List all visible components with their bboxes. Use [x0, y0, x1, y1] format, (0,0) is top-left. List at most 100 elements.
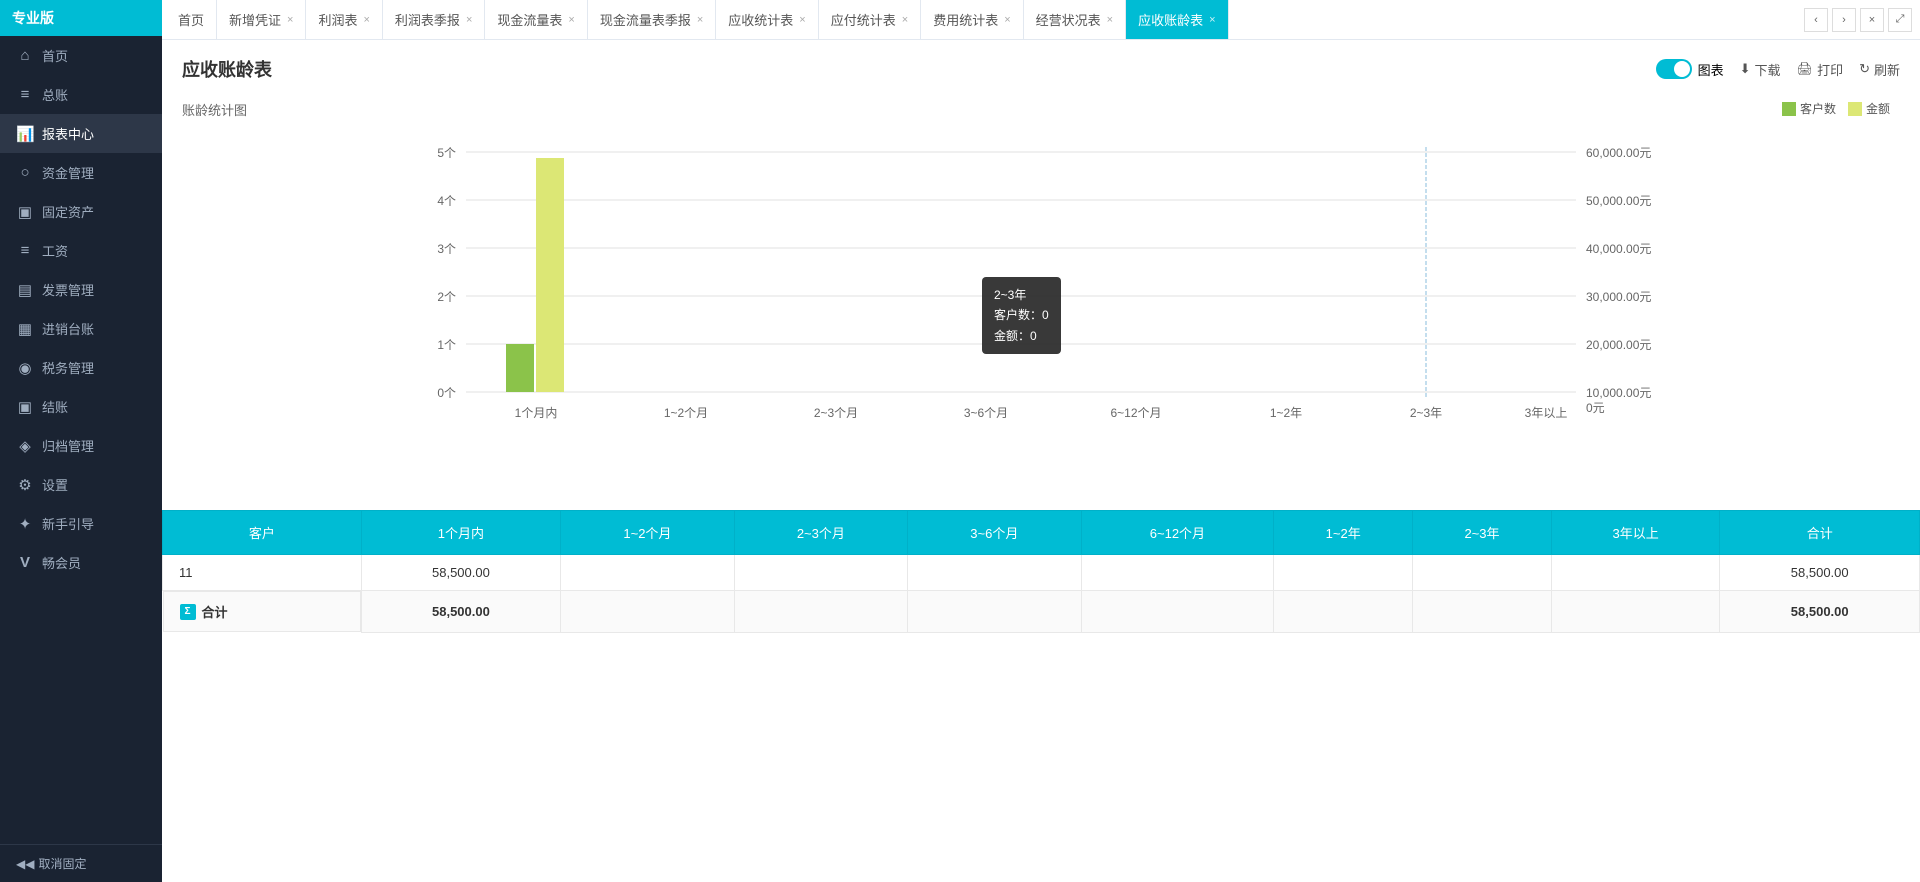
- tab-cashflow[interactable]: 现金流量表 ×: [485, 0, 587, 40]
- closing-icon: ▣: [16, 398, 34, 416]
- tab-home[interactable]: 首页: [166, 0, 217, 40]
- tab-prev-button[interactable]: ‹: [1804, 8, 1828, 32]
- tab-business-stat[interactable]: 经营状况表 ×: [1024, 0, 1126, 40]
- sidebar-item-label: 总账: [42, 85, 68, 104]
- bar-amount-0: [536, 158, 564, 392]
- bar-chart: 5个 4个 3个 2个 1个 0个 60,000.00元 50,000.00元: [182, 127, 1900, 487]
- sidebar-item-ledger[interactable]: ≡ 总账: [0, 75, 162, 114]
- tab-close-receivable-aging[interactable]: ×: [1209, 14, 1215, 26]
- sidebar-item-funds[interactable]: ○ 资金管理: [0, 153, 162, 192]
- sidebar-item-inventory[interactable]: ▦ 进销台账: [0, 309, 162, 348]
- col-header-m12: 6~12个月: [1081, 511, 1274, 555]
- vip-icon: V: [16, 554, 34, 571]
- svg-text:1个月内: 1个月内: [515, 406, 558, 420]
- sidebar-item-guide[interactable]: ✦ 新手引导: [0, 504, 162, 543]
- tab-receivable-stat[interactable]: 应收统计表 ×: [716, 0, 818, 40]
- tab-label: 经营状况表: [1036, 10, 1101, 29]
- sidebar-pin-toggle[interactable]: ◀◀ 取消固定: [0, 844, 162, 882]
- total-text: 合计: [202, 602, 228, 621]
- sidebar-item-label: 设置: [42, 475, 68, 494]
- sidebar-item-label: 发票管理: [42, 280, 94, 299]
- pin-label: 取消固定: [38, 855, 86, 872]
- col-header-m6: 3~6个月: [908, 511, 1081, 555]
- sidebar-item-home[interactable]: ⌂ 首页: [0, 36, 162, 75]
- tab-cashflow-quarter[interactable]: 现金流量表季报 ×: [588, 0, 716, 40]
- sidebar-item-label: 首页: [42, 46, 68, 65]
- tab-profit-quarter[interactable]: 利润表季报 ×: [383, 0, 485, 40]
- refresh-label: 刷新: [1874, 60, 1900, 79]
- invoice-icon: ▤: [16, 281, 34, 299]
- svg-text:1~2个月: 1~2个月: [664, 406, 708, 420]
- svg-text:3年以上: 3年以上: [1525, 406, 1568, 420]
- tab-label: 首页: [178, 10, 204, 29]
- col-header-y2: 2~3年: [1413, 511, 1552, 555]
- svg-text:20,000.00元: 20,000.00元: [1586, 338, 1651, 352]
- reports-icon: 📊: [16, 125, 34, 143]
- svg-text:2~3年: 2~3年: [1410, 406, 1442, 420]
- cell-m2: [561, 555, 734, 591]
- col-header-m2: 1~2个月: [561, 511, 734, 555]
- total-label: Σ 合计: [163, 591, 361, 632]
- legend-customers-color: [1782, 102, 1796, 116]
- svg-text:1~2年: 1~2年: [1270, 406, 1302, 420]
- chart-toggle[interactable]: [1656, 59, 1692, 79]
- sidebar-item-invoice[interactable]: ▤ 发票管理: [0, 270, 162, 309]
- tab-bar: 首页 新增凭证 × 利润表 × 利润表季报 × 现金流量表 × 现金流量表季报 …: [162, 0, 1920, 40]
- salary-icon: ≡: [16, 242, 34, 259]
- legend-amount-label: 金额: [1866, 100, 1890, 117]
- cell-y3: [1551, 555, 1720, 591]
- refresh-button[interactable]: ↻ 刷新: [1859, 60, 1900, 79]
- tab-close-business-stat[interactable]: ×: [1107, 14, 1113, 26]
- svg-text:1个: 1个: [437, 338, 456, 352]
- table-row: 11 58,500.00 58,500.00: [163, 555, 1920, 591]
- tab-close-voucher[interactable]: ×: [287, 14, 293, 26]
- archive-icon: ◈: [16, 437, 34, 455]
- total-icon: Σ: [180, 604, 196, 620]
- tab-expand-button[interactable]: ⤢: [1888, 8, 1912, 32]
- tab-label: 利润表: [318, 10, 357, 29]
- sidebar-item-archive[interactable]: ◈ 归档管理: [0, 426, 162, 465]
- tab-close-profit[interactable]: ×: [363, 14, 369, 26]
- content-area: 应收账龄表 图表 ⬇ 下载 🖨 打印 ↻ 刷新: [162, 40, 1920, 882]
- sidebar-item-settings[interactable]: ⚙ 设置: [0, 465, 162, 504]
- print-button[interactable]: 🖨 打印: [1797, 60, 1844, 79]
- tab-expense-stat[interactable]: 费用统计表 ×: [921, 0, 1023, 40]
- tab-close-expense-stat[interactable]: ×: [1004, 14, 1010, 26]
- app-logo: 专业版: [0, 0, 162, 36]
- tab-close-receivable-stat[interactable]: ×: [799, 14, 805, 26]
- cell-customer: 11: [163, 555, 362, 591]
- sidebar-item-assets[interactable]: ▣ 固定资产: [0, 192, 162, 231]
- sidebar-item-label: 税务管理: [42, 358, 94, 377]
- tab-profit[interactable]: 利润表 ×: [306, 0, 382, 40]
- sidebar-item-reports[interactable]: 📊 报表中心: [0, 114, 162, 153]
- tab-close-payable-stat[interactable]: ×: [902, 14, 908, 26]
- col-header-m1: 1个月内: [361, 511, 561, 555]
- col-header-customer: 客户: [163, 511, 362, 555]
- svg-text:50,000.00元: 50,000.00元: [1586, 194, 1651, 208]
- tab-close-cashflow-quarter[interactable]: ×: [697, 14, 703, 26]
- tab-next-button[interactable]: ›: [1832, 8, 1856, 32]
- chart-legend: 客户数 金额: [1782, 100, 1890, 117]
- sidebar-item-label: 结账: [42, 397, 68, 416]
- tab-payable-stat[interactable]: 应付统计表 ×: [819, 0, 921, 40]
- sidebar-item-label: 工资: [42, 241, 68, 260]
- download-icon: ⬇: [1740, 61, 1751, 77]
- sidebar-item-label: 新手引导: [42, 514, 94, 533]
- tab-close-cashflow[interactable]: ×: [568, 14, 574, 26]
- svg-text:3~6个月: 3~6个月: [964, 406, 1008, 420]
- svg-text:4个: 4个: [437, 194, 456, 208]
- total-m6: [908, 591, 1081, 633]
- tab-voucher[interactable]: 新增凭证 ×: [217, 0, 306, 40]
- table-total-row: Σ 合计 58,500.00 58,500.00: [163, 591, 1920, 633]
- svg-text:3个: 3个: [437, 242, 456, 256]
- sidebar-item-vip[interactable]: V 畅会员: [0, 543, 162, 582]
- tab-receivable-aging[interactable]: 应收账龄表 ×: [1126, 0, 1228, 40]
- download-button[interactable]: ⬇ 下载: [1740, 60, 1781, 79]
- total-y1: [1274, 591, 1413, 633]
- sidebar-item-tax[interactable]: ◉ 税务管理: [0, 348, 162, 387]
- svg-text:60,000.00元: 60,000.00元: [1586, 146, 1651, 160]
- sidebar-item-salary[interactable]: ≡ 工资: [0, 231, 162, 270]
- sidebar-item-closing[interactable]: ▣ 结账: [0, 387, 162, 426]
- tab-close-all-button[interactable]: ×: [1860, 8, 1884, 32]
- tab-close-profit-quarter[interactable]: ×: [466, 14, 472, 26]
